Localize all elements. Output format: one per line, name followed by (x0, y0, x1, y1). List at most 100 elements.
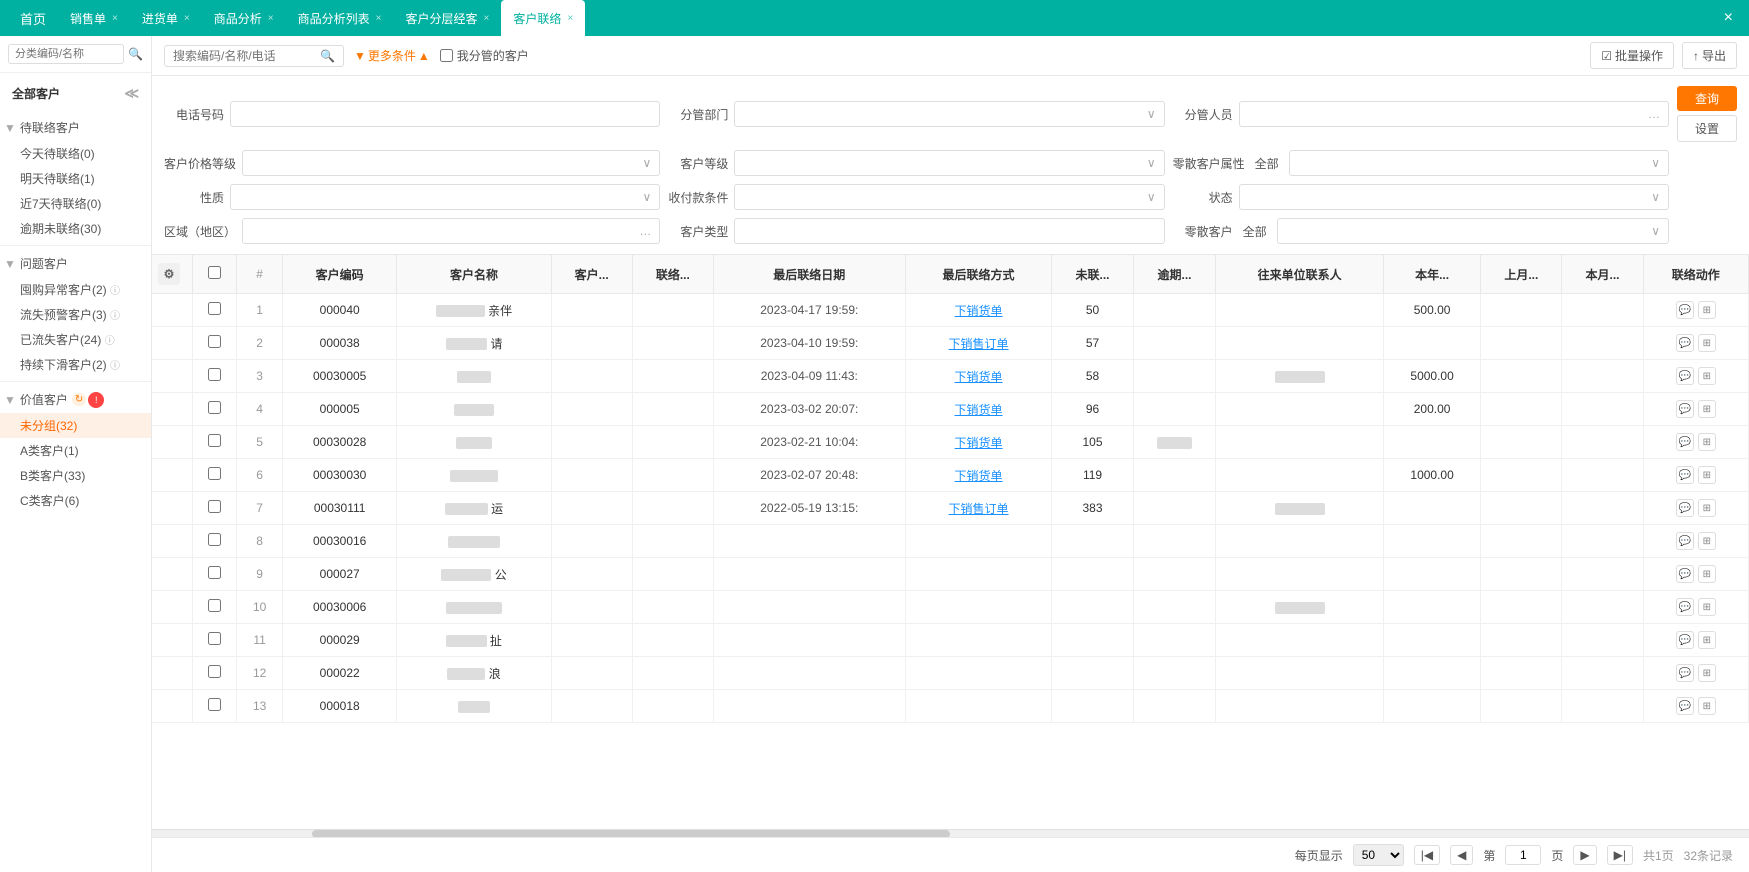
chat-icon[interactable]: 💬 (1676, 433, 1694, 451)
col-overdue[interactable]: 逾期... (1133, 255, 1216, 294)
chat-icon[interactable]: 💬 (1676, 334, 1694, 352)
last-way-link[interactable]: 下销售订单 (949, 502, 1009, 516)
refresh-icon[interactable]: ↻ (72, 393, 86, 406)
sidebar-item-declining[interactable]: 持续下滑客户(2) ⓘ (0, 352, 151, 377)
grid-icon[interactable]: ⊞ (1698, 565, 1716, 583)
grid-icon[interactable]: ⊞ (1698, 598, 1716, 616)
last-way-link[interactable]: 下销货单 (955, 469, 1003, 483)
grid-icon[interactable]: ⊞ (1698, 664, 1716, 682)
sidebar-item-a-class[interactable]: A类客户(1) (0, 438, 151, 463)
phone-input[interactable] (230, 101, 660, 127)
col-this-year[interactable]: 本年... (1383, 255, 1480, 294)
my-customers-checkbox[interactable]: 我分管的客户 (440, 47, 529, 64)
payment-select[interactable]: ∨ (734, 184, 1164, 210)
nav-tab-sales[interactable]: 销售单 × (58, 0, 130, 36)
sidebar-search-icon[interactable]: 🔍 (128, 47, 143, 61)
nav-tab-customer-layer[interactable]: 客户分层经客 × (393, 0, 501, 36)
row-checkbox[interactable] (208, 401, 221, 414)
col-cat[interactable]: 客户... (551, 255, 632, 294)
last-way-link[interactable]: 下销货单 (955, 304, 1003, 318)
col-contacts[interactable]: 往来单位联系人 (1216, 255, 1383, 294)
all-customers-header[interactable]: 全部客户 ≪ (8, 79, 143, 108)
nature-select[interactable]: ∨ (230, 184, 660, 210)
col-this-month[interactable]: 本月... (1562, 255, 1643, 294)
last-way-link[interactable]: 下销货单 (955, 370, 1003, 384)
sidebar-item-c-class[interactable]: C类客户(6) (0, 488, 151, 513)
nav-tab-purchase[interactable]: 进货单 × (130, 0, 202, 36)
sidebar-item-7days[interactable]: 近7天待联络(0) (0, 191, 151, 216)
prev-page-button[interactable]: ◀ (1450, 845, 1473, 865)
chat-icon[interactable]: 💬 (1676, 532, 1694, 550)
retail-attr-select[interactable]: ∨ (1289, 150, 1669, 176)
checkbox-cell[interactable] (192, 624, 237, 657)
checkbox-cell[interactable] (192, 525, 237, 558)
customer-type-select[interactable] (734, 218, 1164, 244)
col-contact[interactable]: 联络... (632, 255, 713, 294)
price-level-select[interactable]: ∨ (242, 150, 660, 176)
close-tab-icon[interactable]: × (112, 13, 118, 24)
grid-icon[interactable]: ⊞ (1698, 466, 1716, 484)
row-checkbox[interactable] (208, 335, 221, 348)
close-tab-icon[interactable]: × (567, 13, 573, 24)
col-last-date[interactable]: 最后联络日期 (713, 255, 905, 294)
horizontal-scrollbar[interactable] (152, 829, 1749, 837)
sidebar-group-pending[interactable]: ▼ 待联络客户 (0, 114, 151, 141)
row-checkbox[interactable] (208, 632, 221, 645)
col-name[interactable]: 客户名称 (397, 255, 551, 294)
customer-level-select[interactable]: ∨ (734, 150, 1164, 176)
nav-tab-analysis-list[interactable]: 商品分析列表 × (286, 0, 394, 36)
chat-icon[interactable]: 💬 (1676, 466, 1694, 484)
next-page-button[interactable]: ▶ (1573, 845, 1596, 865)
row-checkbox[interactable] (208, 368, 221, 381)
manager-select[interactable]: … (1239, 101, 1669, 127)
row-checkbox[interactable] (208, 533, 221, 546)
row-checkbox[interactable] (208, 467, 221, 480)
grid-icon[interactable]: ⊞ (1698, 433, 1716, 451)
grid-icon[interactable]: ⊞ (1698, 499, 1716, 517)
col-last-month[interactable]: 上月... (1481, 255, 1562, 294)
checkbox-cell[interactable] (192, 459, 237, 492)
close-tab-icon[interactable]: × (268, 13, 274, 24)
checkbox-cell[interactable] (192, 327, 237, 360)
row-checkbox[interactable] (208, 599, 221, 612)
sidebar-search-input[interactable] (8, 44, 124, 64)
status-select[interactable]: ∨ (1239, 184, 1669, 210)
settings-icon[interactable]: ⚙ (158, 263, 180, 285)
col-last-way[interactable]: 最后联络方式 (905, 255, 1052, 294)
dept-select[interactable]: ∨ (734, 101, 1164, 127)
checkbox-cell[interactable] (192, 492, 237, 525)
chat-icon[interactable]: 💬 (1676, 598, 1694, 616)
nav-tab-analysis[interactable]: 商品分析 × (202, 0, 286, 36)
col-unlinked[interactable]: 未联... (1052, 255, 1133, 294)
close-tab-icon[interactable]: × (376, 13, 382, 24)
last-way-link[interactable]: 下销货单 (955, 436, 1003, 450)
checkbox-cell[interactable] (192, 591, 237, 624)
chat-icon[interactable]: 💬 (1676, 631, 1694, 649)
chat-icon[interactable]: 💬 (1676, 301, 1694, 319)
row-checkbox[interactable] (208, 566, 221, 579)
sidebar-item-today[interactable]: 今天待联络(0) (0, 141, 151, 166)
first-page-button[interactable]: |◀ (1414, 845, 1440, 865)
close-all-tabs-button[interactable]: × (1716, 9, 1741, 27)
chat-icon[interactable]: 💬 (1676, 400, 1694, 418)
last-page-button[interactable]: ▶| (1607, 845, 1633, 865)
row-checkbox[interactable] (208, 500, 221, 513)
checkbox-cell[interactable] (192, 360, 237, 393)
nav-home[interactable]: 首页 (8, 9, 58, 28)
checkbox-cell[interactable] (192, 426, 237, 459)
row-checkbox[interactable] (208, 302, 221, 315)
grid-icon[interactable]: ⊞ (1698, 301, 1716, 319)
my-customers-check[interactable] (440, 49, 453, 62)
sidebar-item-ungroup[interactable]: 未分组(32) (0, 413, 151, 438)
checkbox-cell[interactable] (192, 690, 237, 723)
retail-customer-select[interactable]: ∨ (1277, 218, 1669, 244)
chat-icon[interactable]: 💬 (1676, 367, 1694, 385)
search-icon[interactable]: 🔍 (320, 49, 335, 63)
grid-icon[interactable]: ⊞ (1698, 532, 1716, 550)
checkbox-cell[interactable] (192, 294, 237, 327)
export-button[interactable]: ↑ 导出 (1682, 42, 1737, 69)
reset-button[interactable]: 设置 (1677, 115, 1737, 142)
checkbox-cell[interactable] (192, 393, 237, 426)
sidebar-group-value[interactable]: ▼ 价值客户 ↻ ! (0, 386, 151, 413)
sidebar-item-churned[interactable]: 已流失客户(24) ⓘ (0, 327, 151, 352)
